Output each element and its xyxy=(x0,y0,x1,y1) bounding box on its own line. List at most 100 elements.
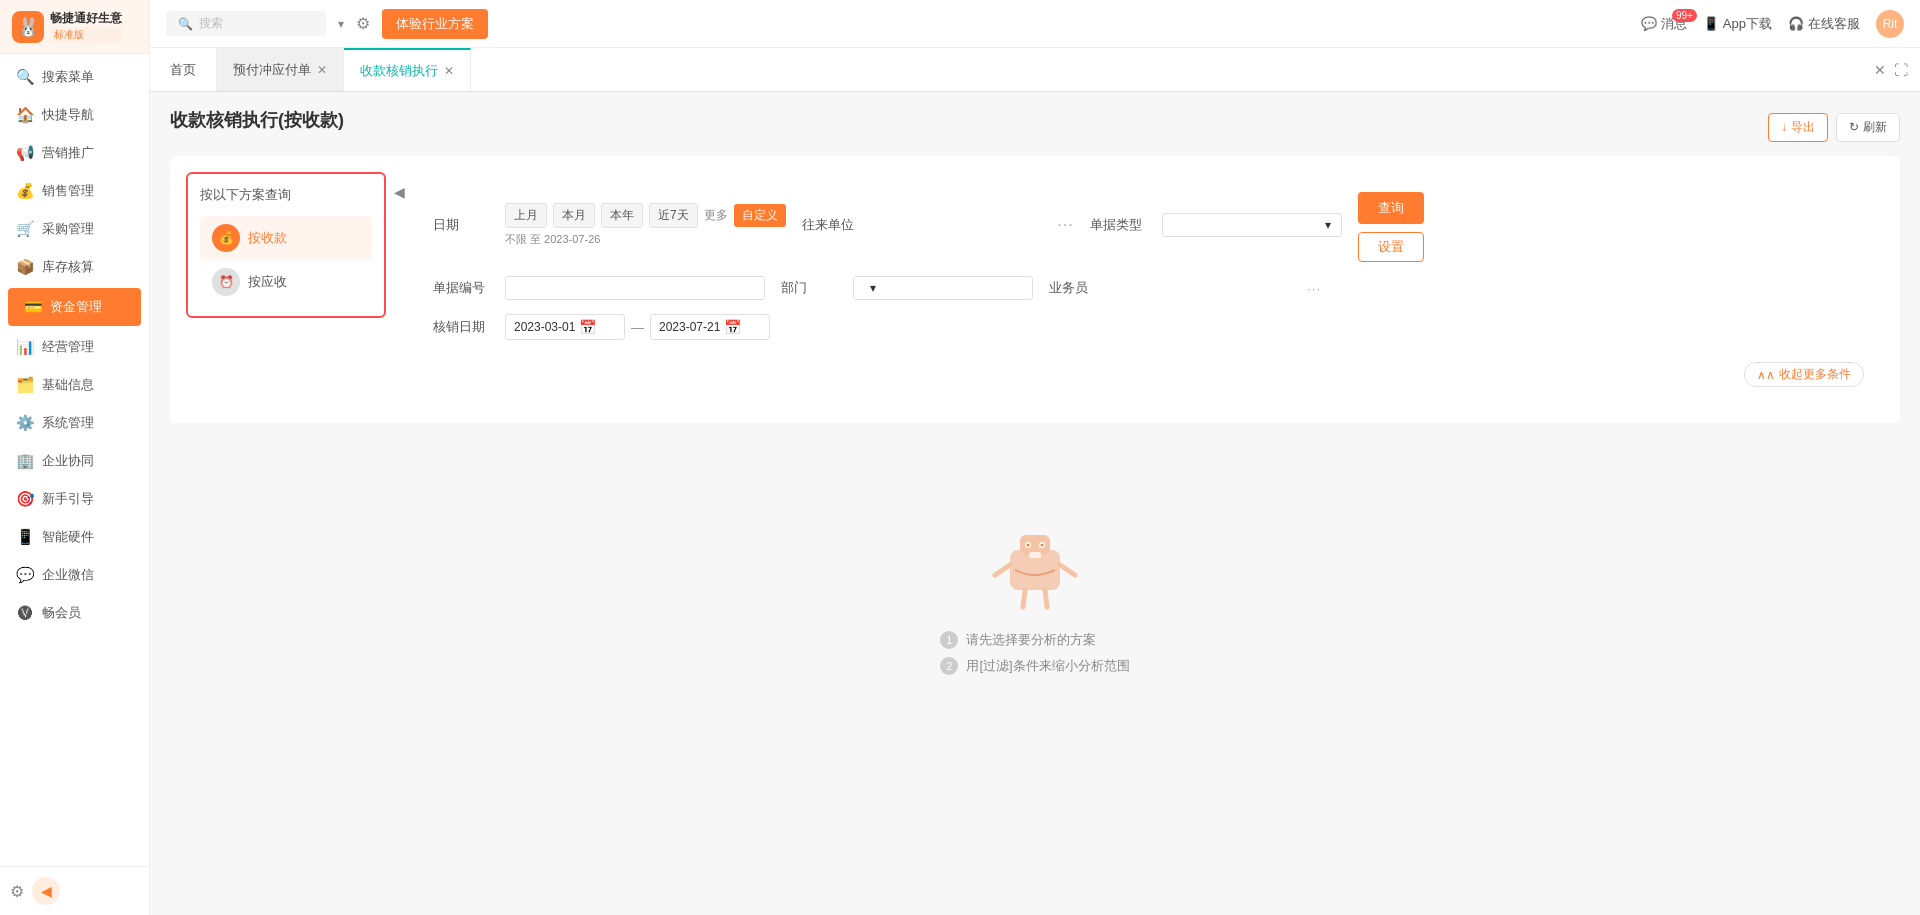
app-icon: 📱 xyxy=(1703,16,1719,31)
svg-line-10 xyxy=(1045,590,1047,607)
svg-line-8 xyxy=(1060,565,1075,575)
export-icon: ↓ xyxy=(1781,120,1787,134)
doc-no-label: 单据编号 xyxy=(433,279,489,297)
sidebar-settings-icon[interactable]: ⚙ xyxy=(10,882,24,901)
hardware-icon: 📱 xyxy=(16,528,34,546)
calendar-start-icon[interactable]: 📅 xyxy=(579,319,596,335)
finance-icon: 💳 xyxy=(24,298,42,316)
staff-input[interactable]: ··· xyxy=(1121,281,1321,296)
tip-num-1: 1 xyxy=(940,631,958,649)
date-btn-this-month[interactable]: 本月 xyxy=(553,203,595,228)
doc-no-input[interactable] xyxy=(505,276,765,300)
svg-point-4 xyxy=(1027,544,1030,547)
nav-item-corp[interactable]: 🏢 企业协同 xyxy=(0,442,149,480)
nav-item-marketing[interactable]: 📢 营销推广 xyxy=(0,134,149,172)
service-icon: 🎧 xyxy=(1788,16,1804,31)
date-btn-more[interactable]: 更多 xyxy=(704,207,728,224)
page-header: 收款核销执行(按收款) ↓ 导出 ↻ 刷新 xyxy=(170,108,1900,146)
tab-home[interactable]: 首页 xyxy=(150,48,217,91)
writeoff-end-date[interactable]: 2023-07-21 📅 xyxy=(650,314,770,340)
date-btn-last-month[interactable]: 上月 xyxy=(505,203,547,228)
marketing-icon: 📢 xyxy=(16,144,34,162)
date-label: 日期 xyxy=(433,216,489,234)
filter-row-1: 日期 上月 本月 本年 近7天 更多 自定义 不限 至 2023-07-26 xyxy=(433,188,1864,262)
tab-prepay[interactable]: 预付冲应付单 ✕ xyxy=(217,48,344,91)
nav-item-search[interactable]: 🔍 搜索菜单 xyxy=(0,58,149,96)
date-btn-custom[interactable]: 自定义 xyxy=(734,204,786,227)
writeoff-date-range: 2023-03-01 📅 — 2023-07-21 📅 xyxy=(505,314,770,340)
writeoff-start-date[interactable]: 2023-03-01 📅 xyxy=(505,314,625,340)
nav-item-wechat[interactable]: 💬 企业微信 xyxy=(0,556,149,594)
sidebar-collapse-button[interactable]: ◀ xyxy=(32,877,60,905)
tab-receipt-close-icon[interactable]: ✕ xyxy=(444,64,454,78)
sales-icon: 💰 xyxy=(16,182,34,200)
message-icon: 💬 xyxy=(1641,16,1657,31)
date-btn-7days[interactable]: 近7天 xyxy=(649,203,698,228)
collapse-more-button[interactable]: ∧∧ 收起更多条件 xyxy=(1744,362,1864,387)
purchase-icon: 🛒 xyxy=(16,220,34,238)
query-button[interactable]: 查询 xyxy=(1358,192,1424,224)
dept-select[interactable]: ▾ xyxy=(853,276,1033,300)
inventory-icon: 📦 xyxy=(16,258,34,276)
refresh-button[interactable]: ↻ 刷新 xyxy=(1836,113,1900,142)
industry-solution-button[interactable]: 体验行业方案 xyxy=(382,9,488,39)
empty-state: 1 请先选择要分析的方案 2 用[过滤]条件来缩小分析范围 xyxy=(170,435,1900,755)
tab-expand-icon[interactable]: ⛶ xyxy=(1894,62,1908,78)
logo-icon: 🐰 xyxy=(12,11,44,43)
online-service-action[interactable]: 🎧 在线客服 xyxy=(1788,15,1860,33)
tab-receipt[interactable]: 收款核销执行 ✕ xyxy=(344,48,471,91)
app-download-action[interactable]: 📱 App下载 xyxy=(1703,15,1772,33)
receivable-option-label: 按应收 xyxy=(248,273,287,291)
topbar-chevron-icon[interactable]: ▾ xyxy=(338,17,344,31)
filter-collapse-arrow[interactable]: ◀ xyxy=(394,172,405,200)
sidebar-nav: 🔍 搜索菜单 🏠 快捷导航 📢 营销推广 💰 销售管理 🛒 采购管理 📦 库存核… xyxy=(0,54,149,866)
filter-by-receivable[interactable]: ⏰ 按应收 xyxy=(200,260,372,304)
nav-item-system[interactable]: ⚙️ 系统管理 xyxy=(0,404,149,442)
filter-section: 按以下方案查询 💰 按收款 ⏰ 按应收 ◀ 日期 xyxy=(170,156,1900,423)
nav-item-purchase[interactable]: 🛒 采购管理 xyxy=(0,210,149,248)
nav-item-sales[interactable]: 💰 销售管理 xyxy=(0,172,149,210)
date-options-area: 上月 本月 本年 近7天 更多 自定义 不限 至 2023-07-26 xyxy=(505,203,786,247)
empty-tip-2: 2 用[过滤]条件来缩小分析范围 xyxy=(940,657,1129,675)
user-avatar[interactable]: Rit xyxy=(1876,10,1904,38)
settings-button[interactable]: 设置 xyxy=(1358,232,1424,262)
topbar: 🔍 搜索 ▾ ⚙ 体验行业方案 💬 消息 99+ 📱 App下载 🎧 在线客服 … xyxy=(150,0,1920,48)
tab-close-all-icon[interactable]: ✕ xyxy=(1874,62,1886,78)
sidebar-bottom: ⚙ ◀ xyxy=(0,866,149,915)
logo-text: 畅捷通好生意 标准版 xyxy=(50,10,122,43)
refresh-icon: ↻ xyxy=(1849,120,1859,134)
date-btn-this-year[interactable]: 本年 xyxy=(601,203,643,228)
topbar-search-box[interactable]: 🔍 搜索 xyxy=(166,11,326,36)
message-action[interactable]: 💬 消息 99+ xyxy=(1641,15,1687,33)
tab-prepay-close-icon[interactable]: ✕ xyxy=(317,63,327,77)
svg-point-5 xyxy=(1041,544,1044,547)
search-menu-icon: 🔍 xyxy=(16,68,34,86)
nav-item-inventory[interactable]: 📦 库存核算 xyxy=(0,248,149,286)
filter-row-3: 核销日期 2023-03-01 📅 — 2023-07-21 📅 xyxy=(433,314,1864,340)
doc-type-select[interactable]: ▾ xyxy=(1162,213,1342,237)
nav-item-guide[interactable]: 🎯 新手引导 xyxy=(0,480,149,518)
nav-item-member[interactable]: 🅥 畅会员 xyxy=(0,594,149,632)
topbar-gear-icon[interactable]: ⚙ xyxy=(356,14,370,33)
filter-by-receipt[interactable]: 💰 按收款 xyxy=(200,216,372,260)
empty-robot-illustration xyxy=(985,515,1085,615)
sidebar: 🐰 畅捷通好生意 标准版 🔍 搜索菜单 🏠 快捷导航 📢 营销推广 💰 销售管理… xyxy=(0,0,150,915)
tabbar-controls: ✕ ⛶ xyxy=(1874,62,1920,78)
export-button[interactable]: ↓ 导出 xyxy=(1768,113,1828,142)
writeoff-date-label: 核销日期 xyxy=(433,318,489,336)
svg-rect-6 xyxy=(1029,552,1041,558)
topbar-actions: 💬 消息 99+ 📱 App下载 🎧 在线客服 Rit xyxy=(1641,10,1904,38)
filter-scheme-title: 按以下方案查询 xyxy=(200,186,372,204)
operation-icon: 📊 xyxy=(16,338,34,356)
system-icon: ⚙️ xyxy=(16,414,34,432)
partner-input[interactable]: ··· xyxy=(874,216,1074,234)
corp-icon: 🏢 xyxy=(16,452,34,470)
search-icon: 🔍 xyxy=(178,17,193,31)
nav-item-basic[interactable]: 🗂️ 基础信息 xyxy=(0,366,149,404)
nav-item-finance[interactable]: 💳 资金管理 xyxy=(8,288,141,326)
nav-item-quicknav[interactable]: 🏠 快捷导航 xyxy=(0,96,149,134)
nav-item-operation[interactable]: 📊 经营管理 xyxy=(0,328,149,366)
calendar-end-icon[interactable]: 📅 xyxy=(724,319,741,335)
nav-item-hardware[interactable]: 📱 智能硬件 xyxy=(0,518,149,556)
doc-type-label: 单据类型 xyxy=(1090,216,1146,234)
